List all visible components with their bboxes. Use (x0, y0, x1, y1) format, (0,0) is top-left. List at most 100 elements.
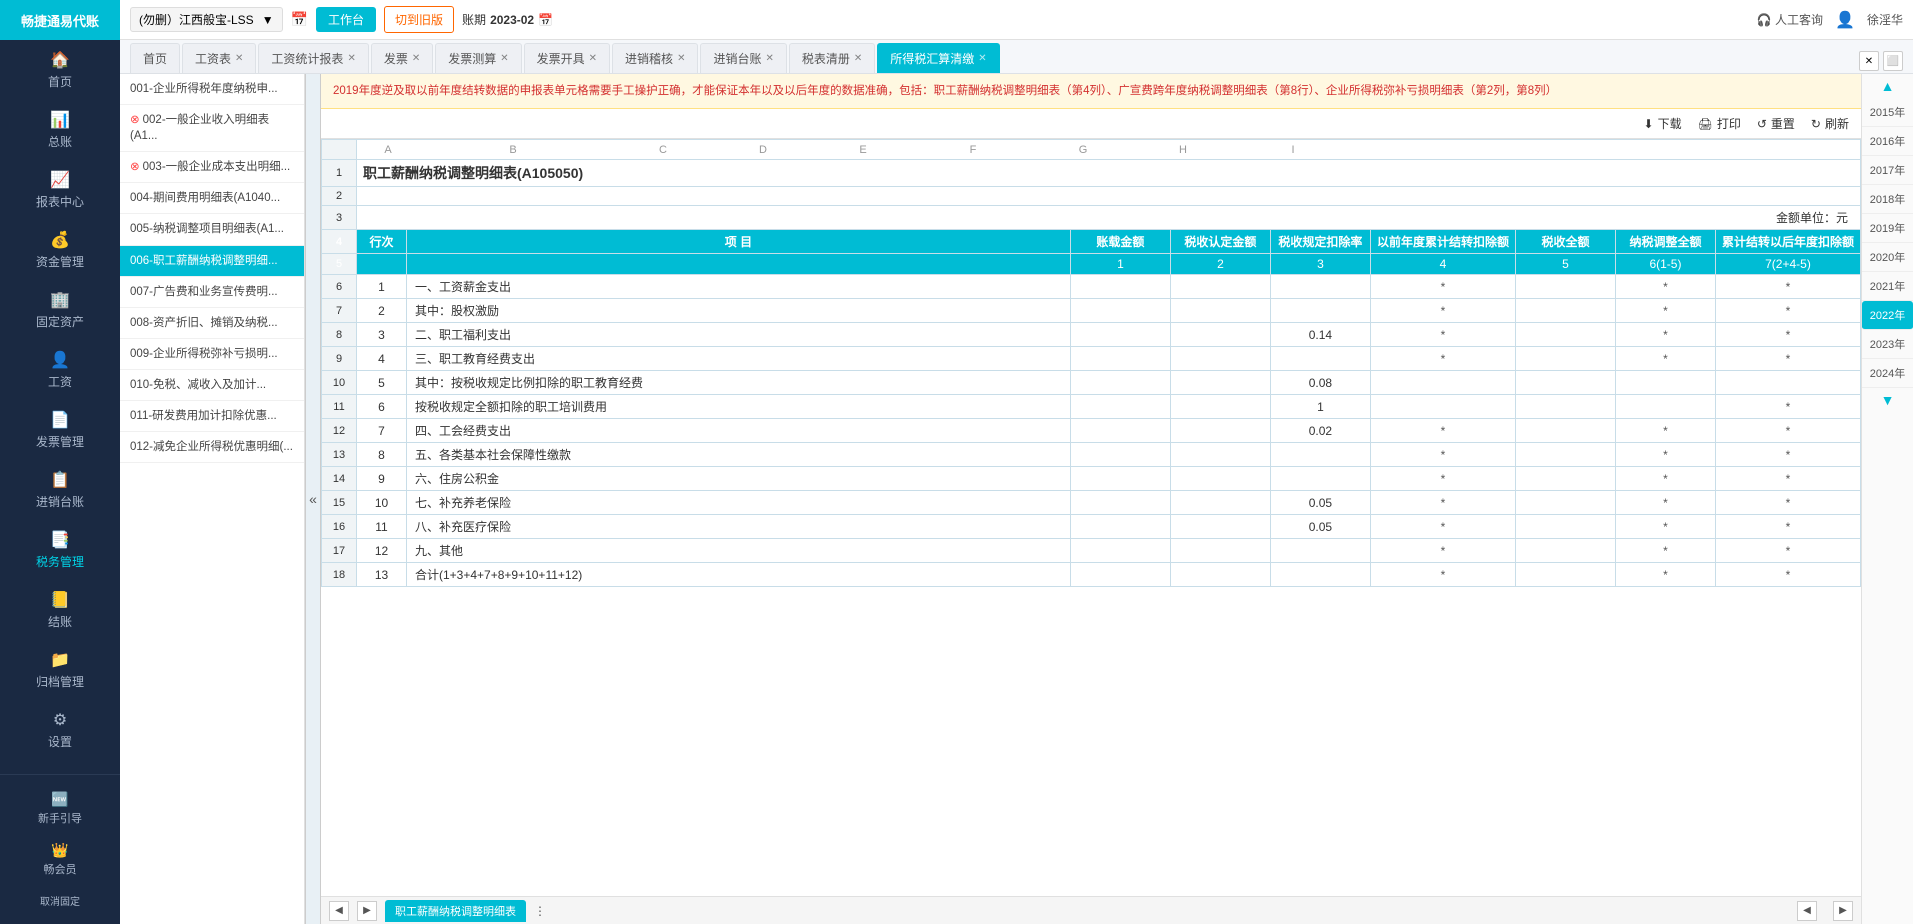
year-2016[interactable]: 2016年 (1862, 127, 1913, 156)
row-9-col-0[interactable] (1070, 491, 1170, 515)
sidebar-item-tax[interactable]: 📑 税务管理 (0, 520, 120, 580)
tab-purchase-audit[interactable]: 进销稽核 ✕ (612, 43, 698, 73)
sidebar-item-guide[interactable]: 🆕 新手引导 (0, 783, 120, 834)
table-row[interactable]: 1712九、其他*** (322, 539, 1861, 563)
row-3-col-1[interactable] (1170, 347, 1270, 371)
table-row[interactable]: 1611八、补充医疗保险0.05*** (322, 515, 1861, 539)
print-button[interactable]: 🖨 打印 (1698, 115, 1741, 132)
row-6-col-1[interactable] (1170, 419, 1270, 443)
row-7-col-6[interactable]: * (1715, 443, 1860, 467)
row-5-col-6[interactable]: * (1715, 395, 1860, 419)
row-0-col-4[interactable] (1515, 275, 1615, 299)
tab-salary[interactable]: 工资表 ✕ (182, 43, 256, 73)
sidebar-item-general-ledger[interactable]: 📊 总账 (0, 100, 120, 160)
row-4-col-0[interactable] (1070, 371, 1170, 395)
row-8-col-0[interactable] (1070, 467, 1170, 491)
year-2022[interactable]: 2022年 (1862, 301, 1913, 330)
row-1-col-3[interactable]: * (1370, 299, 1515, 323)
year-2017[interactable]: 2017年 (1862, 156, 1913, 185)
list-item-009[interactable]: 009-企业所得税弥补亏损明... (120, 339, 304, 370)
row-8-col-2[interactable] (1270, 467, 1370, 491)
tab-purchase-ledger-close[interactable]: ✕ (765, 53, 773, 64)
row-12-col-2[interactable] (1270, 563, 1370, 587)
row-3-col-5[interactable]: * (1615, 347, 1715, 371)
sidebar-item-close-accounts[interactable]: 📒 结账 (0, 580, 120, 640)
row-6-col-6[interactable]: * (1715, 419, 1860, 443)
row-9-col-1[interactable] (1170, 491, 1270, 515)
year-2023[interactable]: 2023年 (1862, 330, 1913, 359)
row-12-col-6[interactable]: * (1715, 563, 1860, 587)
row-9-col-4[interactable] (1515, 491, 1615, 515)
table-row[interactable]: 105其中：按税收规定比例扣除的职工教育经费0.08 (322, 371, 1861, 395)
row-11-col-1[interactable] (1170, 539, 1270, 563)
row-5-col-3[interactable] (1370, 395, 1515, 419)
list-item-006[interactable]: 006-职工薪酬纳税调整明细... (120, 246, 304, 277)
row-0-col-2[interactable] (1270, 275, 1370, 299)
tab-invoice-issue-close[interactable]: ✕ (589, 53, 597, 64)
tab-invoice-calc[interactable]: 发票测算 ✕ (435, 43, 521, 73)
year-2020[interactable]: 2020年 (1862, 243, 1913, 272)
user-label[interactable]: 徐淫华 (1867, 11, 1903, 28)
row-4-col-6[interactable] (1715, 371, 1860, 395)
row-9-col-5[interactable]: * (1615, 491, 1715, 515)
year-2021[interactable]: 2021年 (1862, 272, 1913, 301)
row-6-col-4[interactable] (1515, 419, 1615, 443)
tab-close-all[interactable]: ✕ (1859, 51, 1879, 71)
year-2024[interactable]: 2024年 (1862, 359, 1913, 388)
company-selector[interactable]: (勿删）江西般宝-LSS ▼ (130, 7, 283, 32)
list-item-003[interactable]: ⊗003-一般企业成本支出明细... (120, 152, 304, 183)
row-1-col-0[interactable] (1070, 299, 1170, 323)
row-5-col-0[interactable] (1070, 395, 1170, 419)
tab-tax-table[interactable]: 税表清册 ✕ (789, 43, 875, 73)
dots-menu[interactable]: ⋮ (534, 904, 546, 918)
customer-service-link[interactable]: 🎧 人工客询 (1757, 11, 1823, 28)
table-container[interactable]: A B C D E F G H I (321, 139, 1861, 896)
year-down-btn[interactable]: ▼ (1862, 388, 1913, 412)
row-0-col-6[interactable]: * (1715, 275, 1860, 299)
row-1-col-1[interactable] (1170, 299, 1270, 323)
row-2-col-6[interactable]: * (1715, 323, 1860, 347)
row-3-col-6[interactable]: * (1715, 347, 1860, 371)
tab-salary-close[interactable]: ✕ (235, 53, 243, 64)
table-row[interactable]: 83二、职工福利支出0.14*** (322, 323, 1861, 347)
list-item-002[interactable]: ⊗002-一般企业收入明细表(A1... (120, 105, 304, 152)
row-9-col-2[interactable]: 0.05 (1270, 491, 1370, 515)
row-4-col-4[interactable] (1515, 371, 1615, 395)
sidebar-item-purchase-sales[interactable]: 📋 进销台账 (0, 460, 120, 520)
scroll-right-btn[interactable]: ▶ (357, 901, 377, 921)
row-10-col-2[interactable]: 0.05 (1270, 515, 1370, 539)
list-item-005[interactable]: 005-纳税调整项目明细表(A1... (120, 214, 304, 245)
sidebar-item-salary[interactable]: 👤 工资 (0, 340, 120, 400)
row-10-col-4[interactable] (1515, 515, 1615, 539)
row-10-col-5[interactable]: * (1615, 515, 1715, 539)
row-1-col-5[interactable]: * (1615, 299, 1715, 323)
row-7-col-0[interactable] (1070, 443, 1170, 467)
list-item-010[interactable]: 010-免税、减收入及加计... (120, 370, 304, 401)
row-6-col-5[interactable]: * (1615, 419, 1715, 443)
scroll-left2-btn[interactable]: ◀ (1797, 901, 1817, 921)
table-row[interactable]: 138五、各类基本社会保障性缴款*** (322, 443, 1861, 467)
tab-salary-report-close[interactable]: ✕ (347, 53, 355, 64)
tab-tax-settlement[interactable]: 所得税汇算清缴 ✕ (877, 43, 999, 73)
row-5-col-2[interactable]: 1 (1270, 395, 1370, 419)
row-11-col-2[interactable] (1270, 539, 1370, 563)
row-7-col-5[interactable]: * (1615, 443, 1715, 467)
list-item-011[interactable]: 011-研发费用加计扣除优惠... (120, 401, 304, 432)
row-4-col-3[interactable] (1370, 371, 1515, 395)
tab-invoice-calc-close[interactable]: ✕ (500, 53, 508, 64)
tab-purchase-ledger[interactable]: 进销台账 ✕ (700, 43, 786, 73)
sidebar-item-funds[interactable]: 💰 资金管理 (0, 220, 120, 280)
row-0-col-1[interactable] (1170, 275, 1270, 299)
refresh-button[interactable]: ↻ 刷新 (1811, 115, 1849, 132)
workspace-button[interactable]: 工作台 (316, 7, 376, 32)
table-row[interactable]: 116按税收规定全额扣除的职工培训费用1* (322, 395, 1861, 419)
row-3-col-3[interactable]: * (1370, 347, 1515, 371)
tab-invoice[interactable]: 发票 ✕ (371, 43, 433, 73)
year-2019[interactable]: 2019年 (1862, 214, 1913, 243)
row-2-col-2[interactable]: 0.14 (1270, 323, 1370, 347)
tab-invoice-close[interactable]: ✕ (412, 53, 420, 64)
tab-salary-report[interactable]: 工资统计报表 ✕ (258, 43, 368, 73)
row-0-col-3[interactable]: * (1370, 275, 1515, 299)
row-12-col-4[interactable] (1515, 563, 1615, 587)
row-5-col-1[interactable] (1170, 395, 1270, 419)
